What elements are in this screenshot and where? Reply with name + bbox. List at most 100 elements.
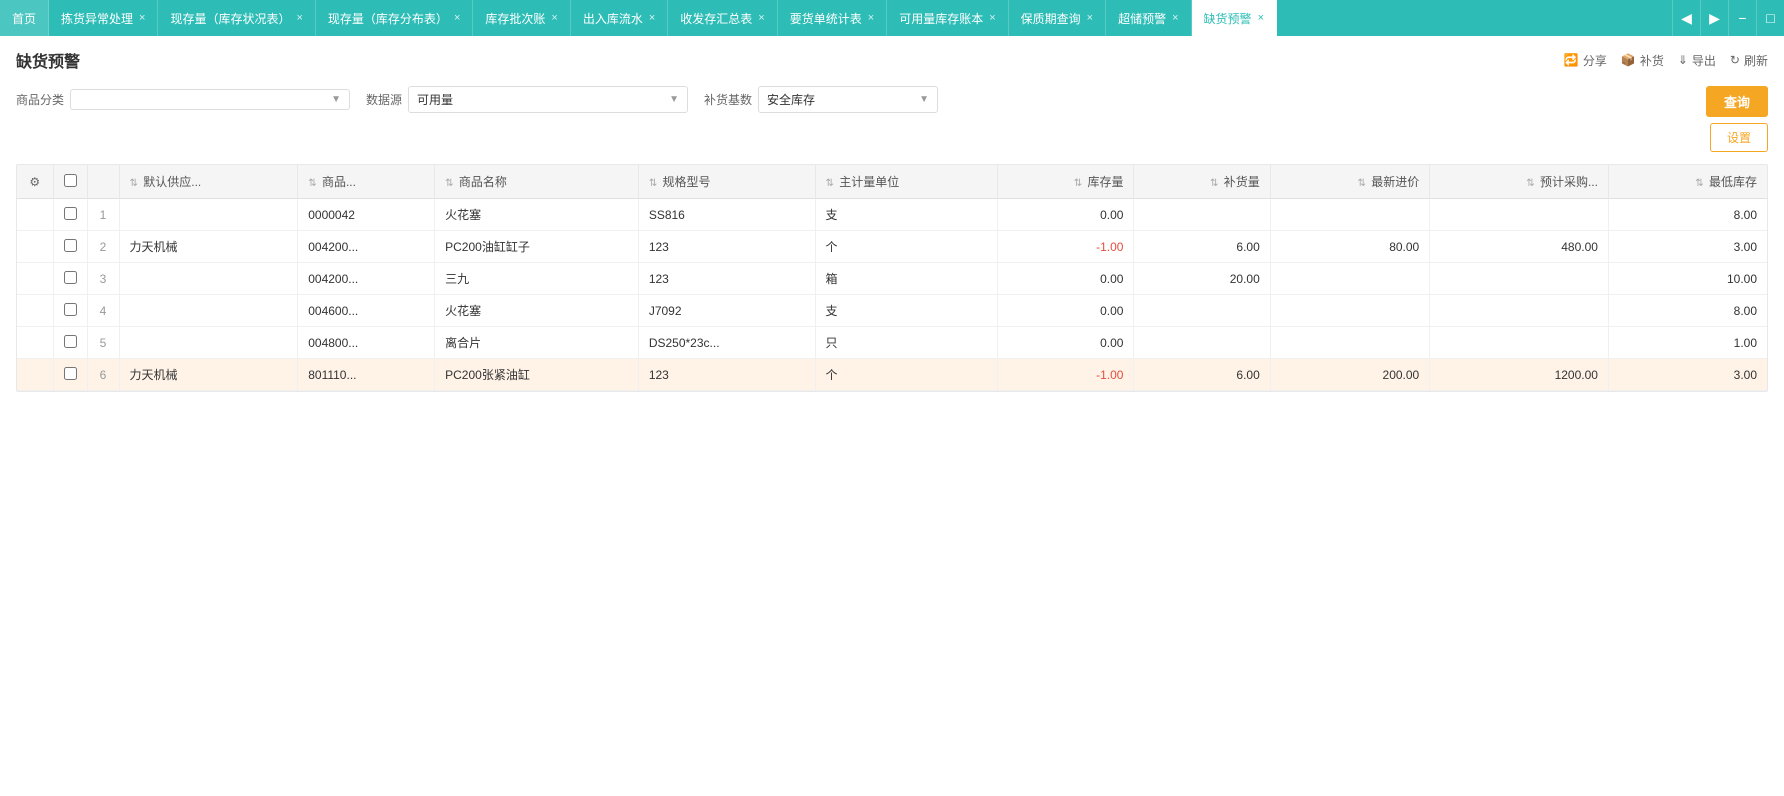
row-checkbox-0[interactable]	[64, 207, 77, 220]
nav-tab-close-inventory-dist[interactable]: ×	[454, 12, 460, 24]
supplier-sort-icon: ⇅	[130, 178, 138, 189]
query-button[interactable]: 查询	[1706, 86, 1768, 117]
nav-tab-close-batch-account[interactable]: ×	[551, 12, 557, 24]
nav-tab-exception[interactable]: 拣货异常处理×	[49, 0, 158, 36]
row-spec-1: 123	[638, 231, 815, 263]
row-checkbox-cell[interactable]	[53, 231, 87, 263]
th-spec[interactable]: ⇅ 规格型号	[638, 165, 815, 199]
th-replenish[interactable]: ⇅ 补货量	[1134, 165, 1270, 199]
nav-tab-label-overstock-warning: 超储预警	[1118, 10, 1166, 27]
row-est-purchase-0	[1430, 199, 1609, 231]
row-est-purchase-5: 1200.00	[1430, 359, 1609, 391]
nav-tab-label-home: 首页	[12, 10, 36, 27]
row-replenish-5: 6.00	[1134, 359, 1270, 391]
row-name-4: 离合片	[435, 327, 639, 359]
row-unit-3: 支	[815, 295, 998, 327]
nav-tab-close-requisition-stat[interactable]: ×	[868, 12, 874, 24]
row-checkbox-cell[interactable]	[53, 359, 87, 391]
row-latest-price-3	[1270, 295, 1429, 327]
row-checkbox-cell[interactable]	[53, 199, 87, 231]
th-unit[interactable]: ⇅ 主计量单位	[815, 165, 998, 199]
nav-tab-close-overstock-warning[interactable]: ×	[1172, 12, 1178, 24]
settings-button[interactable]: 设置	[1710, 123, 1768, 152]
nav-tab-close-available-ledger[interactable]: ×	[989, 12, 995, 24]
row-checkbox-cell[interactable]	[53, 327, 87, 359]
category-chevron-icon: ▼	[331, 94, 341, 105]
row-checkbox-2[interactable]	[64, 271, 77, 284]
nav-prev-button[interactable]: ◀	[1672, 0, 1700, 36]
row-sku-5: 801110...	[298, 359, 435, 391]
row-latest-price-4	[1270, 327, 1429, 359]
export-button[interactable]: ⇓ 导出	[1678, 52, 1716, 69]
th-stock[interactable]: ⇅ 库存量	[998, 165, 1134, 199]
row-stock-4: 0.00	[998, 327, 1134, 359]
nav-tab-close-inventory-status[interactable]: ×	[296, 12, 302, 24]
table-row: 3 004200... 三九 123 箱 0.00 20.00 10.00	[17, 263, 1767, 295]
replenish-basis-label: 补货基数	[704, 91, 752, 108]
nav-tab-requisition-stat[interactable]: 要货单统计表×	[778, 0, 887, 36]
th-settings[interactable]: ⚙	[17, 165, 53, 199]
row-num-3: 4	[87, 295, 119, 327]
th-supplier[interactable]: ⇅ 默认供应...	[119, 165, 298, 199]
nav-tab-shortage-warning[interactable]: 缺货预警 ×	[1192, 0, 1277, 36]
nav-tab-home[interactable]: 首页	[0, 0, 49, 36]
nav-tab-close-shortage-warning[interactable]: ×	[1258, 12, 1264, 24]
row-latest-price-1: 80.00	[1270, 231, 1429, 263]
row-checkbox-1[interactable]	[64, 239, 77, 252]
replenish-basis-select[interactable]: 安全库存 ▼	[758, 86, 938, 113]
row-num-0: 1	[87, 199, 119, 231]
row-latest-price-5: 200.00	[1270, 359, 1429, 391]
nav-tab-label-batch-account: 库存批次账	[485, 10, 545, 27]
nav-tab-close-exception[interactable]: ×	[139, 12, 145, 24]
nav-tab-label-inout-flow: 出入库流水	[583, 10, 643, 27]
nav-minimize-button[interactable]: −	[1728, 0, 1756, 36]
nav-tab-available-ledger[interactable]: 可用量库存账本 ×	[887, 0, 1008, 36]
select-all-checkbox[interactable]	[64, 174, 77, 187]
nav-maximize-button[interactable]: □	[1756, 0, 1784, 36]
replenish-button[interactable]: 📦 补货	[1621, 52, 1664, 69]
row-min-stock-1: 3.00	[1608, 231, 1767, 263]
nav-tab-batch-account[interactable]: 库存批次账 ×	[473, 0, 570, 36]
nav-tab-overstock-warning[interactable]: 超储预警 ×	[1106, 0, 1191, 36]
th-latest-price[interactable]: ⇅ 最新进价	[1270, 165, 1429, 199]
nav-tab-close-expiry-query[interactable]: ×	[1087, 12, 1093, 24]
row-checkbox-cell[interactable]	[53, 263, 87, 295]
row-est-purchase-3	[1430, 295, 1609, 327]
row-est-purchase-2	[1430, 263, 1609, 295]
row-checkbox-3[interactable]	[64, 303, 77, 316]
nav-tab-inventory-status[interactable]: 现存量（库存状况表）×	[158, 0, 315, 36]
th-name-label: 商品名称	[459, 175, 507, 189]
th-sku[interactable]: ⇅ 商品...	[298, 165, 435, 199]
row-sku-2: 004200...	[298, 263, 435, 295]
share-button[interactable]: 🔁 分享	[1564, 52, 1607, 69]
row-checkbox-5[interactable]	[64, 367, 77, 380]
nav-next-button[interactable]: ▶	[1700, 0, 1728, 36]
nav-tab-collect-summary[interactable]: 收发存汇总表×	[668, 0, 777, 36]
row-latest-price-2	[1270, 263, 1429, 295]
nav-tab-expiry-query[interactable]: 保质期查询×	[1009, 0, 1106, 36]
table-row: 6 力天机械 801110... PC200张紧油缸 123 个 -1.00 6…	[17, 359, 1767, 391]
category-select[interactable]: ▼	[70, 89, 350, 110]
nav-tab-inventory-dist[interactable]: 现存量（库存分布表）×	[316, 0, 473, 36]
nav-tab-inout-flow[interactable]: 出入库流水 ×	[571, 0, 668, 36]
th-est-purchase[interactable]: ⇅ 预计采购...	[1430, 165, 1609, 199]
th-min-stock[interactable]: ⇅ 最低库存	[1608, 165, 1767, 199]
row-checkbox-cell[interactable]	[53, 295, 87, 327]
row-settings-cell	[17, 327, 53, 359]
datasource-filter-group: 数据源 可用量 ▼	[366, 86, 688, 113]
row-min-stock-5: 3.00	[1608, 359, 1767, 391]
data-table: ⚙ ⇅ 默认供应... ⇅ 商品... ⇅ 商品名称	[17, 165, 1767, 391]
table-header-row: ⚙ ⇅ 默认供应... ⇅ 商品... ⇅ 商品名称	[17, 165, 1767, 199]
row-checkbox-4[interactable]	[64, 335, 77, 348]
nav-tab-label-available-ledger: 可用量库存账本	[899, 10, 983, 27]
th-name[interactable]: ⇅ 商品名称	[435, 165, 639, 199]
row-unit-0: 支	[815, 199, 998, 231]
refresh-button[interactable]: ↻ 刷新	[1730, 52, 1768, 69]
row-settings-cell	[17, 359, 53, 391]
nav-tab-close-collect-summary[interactable]: ×	[758, 12, 764, 24]
nav-tab-label-shortage-warning: 缺货预警	[1204, 10, 1252, 27]
row-unit-2: 箱	[815, 263, 998, 295]
th-spec-label: 规格型号	[663, 175, 711, 189]
nav-tab-close-inout-flow[interactable]: ×	[649, 12, 655, 24]
datasource-select[interactable]: 可用量 ▼	[408, 86, 688, 113]
